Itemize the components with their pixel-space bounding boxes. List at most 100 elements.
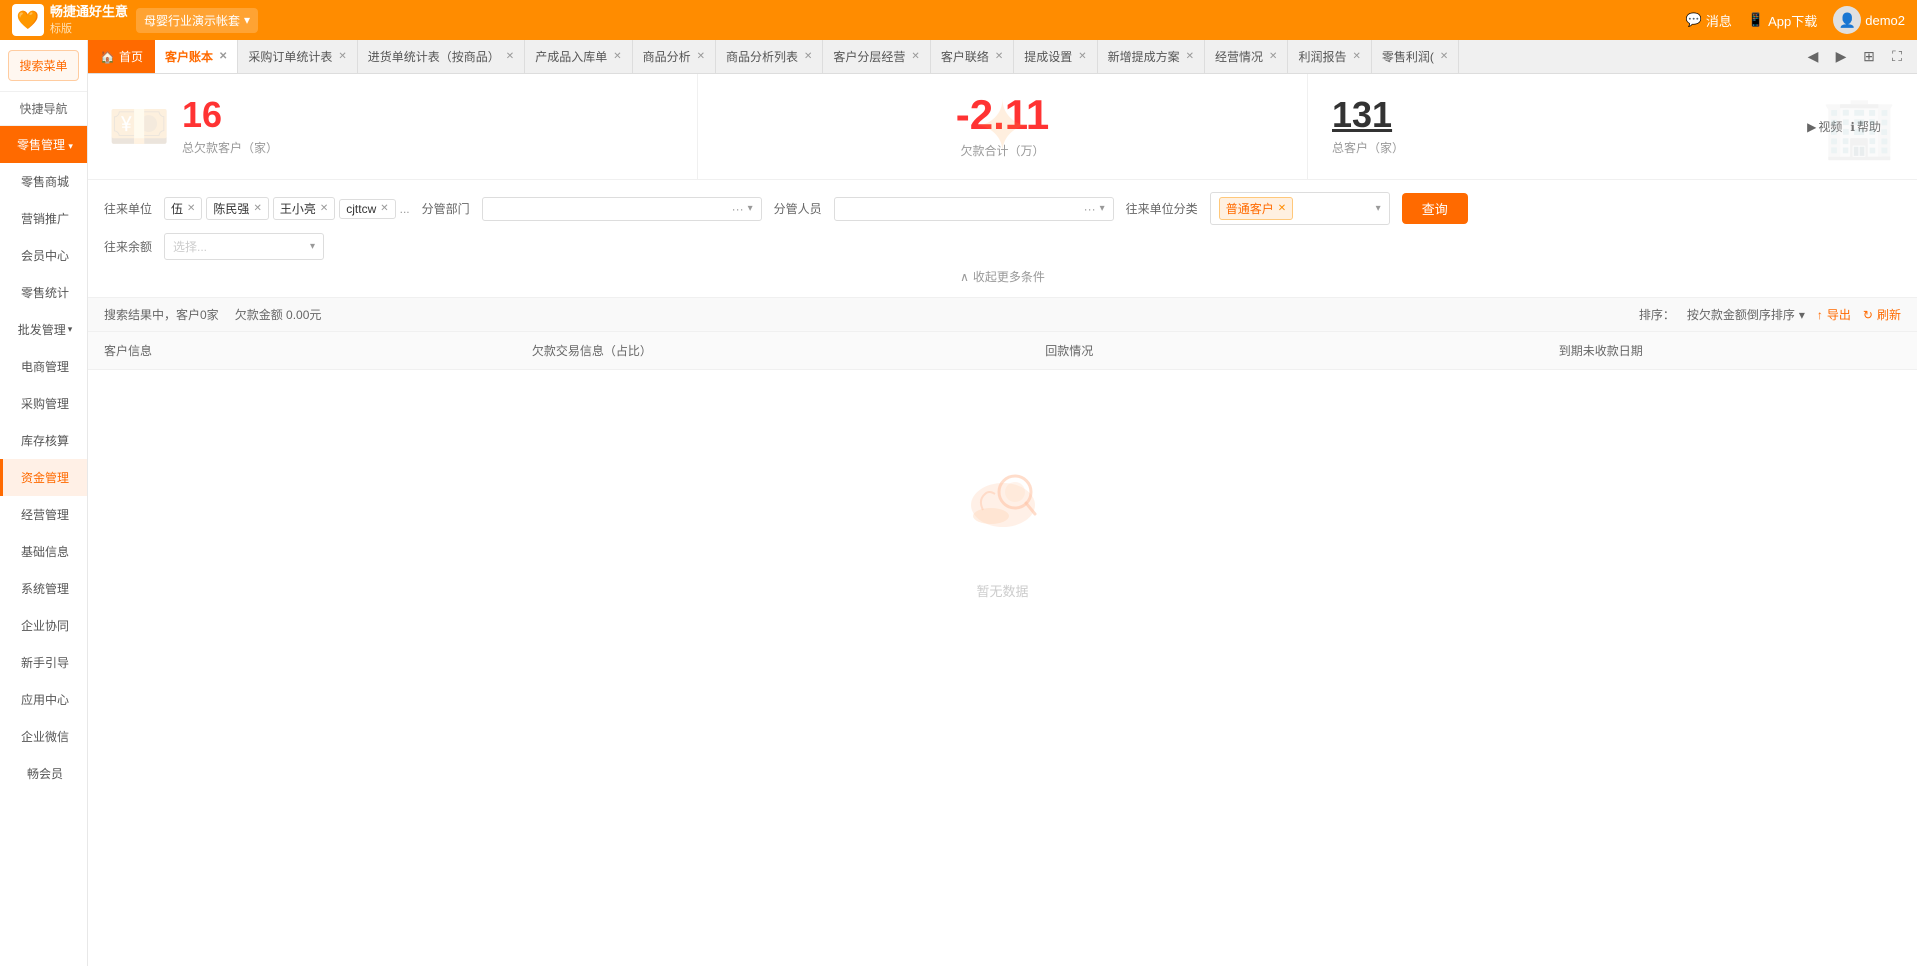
tab-close-customer-contact[interactable]: ✕ [995,51,1003,62]
tab-customer-contact[interactable]: 客户联络 ✕ [931,40,1014,74]
person-filter-select[interactable]: ··· ▾ [834,197,1114,221]
stat-text-credit-customers: 16 总欠款客户（家） [182,97,278,156]
sidebar-item-label: 零售统计 [21,286,69,300]
tab-raise-settings[interactable]: 提成设置 ✕ [1014,40,1097,74]
unit-filter-more[interactable]: ... [400,202,410,216]
tab-retail-profit[interactable]: 零售利润( ✕ [1372,40,1459,74]
tab-close-purchase-order[interactable]: ✕ [338,51,346,62]
sidebar-item-wholesale-mgmt[interactable]: 批发管理 ▾ [0,311,87,348]
category-tag-close[interactable]: ✕ [1278,203,1286,214]
sidebar-item-inventory[interactable]: 库存核算 [0,422,87,459]
sidebar-item-retail-stats[interactable]: 零售统计 [0,274,87,311]
tab-close-cost-instock[interactable]: ✕ [613,51,621,62]
tab-close-raise-settings[interactable]: ✕ [1078,51,1086,62]
sidebar-item-enterprise[interactable]: 企业协同 [0,607,87,644]
sidebar-item-finance[interactable]: 资金管理 [0,459,87,496]
tab-profit-report[interactable]: 利润报告 ✕ [1288,40,1371,74]
tab-close-retail-profit[interactable]: ✕ [1440,51,1448,62]
tab-prev-btn[interactable]: ◀ [1801,45,1825,69]
tab-fullscreen-btn[interactable]: ⛶ [1885,45,1909,69]
sidebar-item-system[interactable]: 系统管理 [0,570,87,607]
dept-filter-dots[interactable]: ··· [732,202,744,216]
sidebar-item-wechat[interactable]: 企业微信 [0,718,87,755]
sidebar-item-label: 库存核算 [21,434,69,448]
sidebar-item-label: 应用中心 [21,693,69,707]
app-download-btn[interactable]: 📱 App下载 [1748,11,1817,30]
tab-goods-analysis[interactable]: 商品分析 ✕ [633,40,716,74]
col-header-customer: 客户信息 [104,342,532,359]
refresh-label: 刷新 [1877,306,1901,323]
tab-close-goods-analysis-list[interactable]: ✕ [804,51,812,62]
unit-tag-wu-close[interactable]: ✕ [187,203,195,214]
export-btn[interactable]: ↑ 导出 [1817,306,1851,323]
category-filter-area[interactable]: 普通客户 ✕ ▾ [1210,192,1390,225]
tab-close-customer-segment[interactable]: ✕ [911,51,919,62]
person-chevron-icon: ▾ [1100,203,1105,214]
tab-label: 提成设置 [1024,48,1072,65]
user-avatar-btn[interactable]: 👤 demo2 [1833,6,1905,34]
tab-business-status[interactable]: 经营情况 ✕ [1205,40,1288,74]
sidebar-item-retail-mall[interactable]: 零售商城 [0,163,87,200]
tab-close-stock-stats[interactable]: ✕ [506,51,514,62]
building-bg-icon: 🏢 [1822,93,1897,160]
sidebar-item-label: 基础信息 [21,545,69,559]
sidebar-item-vip-member[interactable]: 畅会员 [0,755,87,792]
chevron-down-icon: ▾ [68,141,73,151]
tab-label: 商品分析 [643,48,691,65]
tab-close-goods-analysis[interactable]: ✕ [697,51,705,62]
search-menu-btn[interactable]: 搜索菜单 [8,50,79,81]
account-selector[interactable]: 母婴行业演示帐套 ▾ [136,8,258,33]
sidebar-item-app-center[interactable]: 应用中心 [0,681,87,718]
sidebar-item-purchase[interactable]: 采购管理 [0,385,87,422]
stats-row: 💴 16 总欠款客户（家） ✦ -2.11 欠款合计（万） [88,74,1917,180]
tab-customer-book[interactable]: 客户账本 ✕ [155,40,238,74]
tab-new-raise-plan[interactable]: 新增提成方案 ✕ [1098,40,1205,74]
tab-purchase-order[interactable]: 采购订单统计表 ✕ [238,40,357,74]
logo-sub-text: 标版 [50,20,128,36]
stat-number-total-customers: 131 [1332,97,1404,133]
query-button[interactable]: 查询 [1402,193,1468,224]
export-label: 导出 [1827,306,1851,323]
tab-close-customer-book[interactable]: ✕ [219,51,227,62]
quick-nav-btn[interactable]: 快捷导航 [0,92,87,126]
col-header-due-date: 到期未收款日期 [1559,342,1901,359]
tab-cost-instock[interactable]: 产成品入库单 ✕ [525,40,632,74]
sidebar-item-ecommerce[interactable]: 电商管理 [0,348,87,385]
sidebar-item-label: 资金管理 [21,471,69,485]
table-header: 客户信息 欠款交易信息（占比） 回款情况 到期未收款日期 [88,332,1917,370]
sidebar-search-area: 搜索菜单 [0,40,87,92]
unit-tag-chen-close[interactable]: ✕ [253,203,261,214]
balance-filter-select[interactable]: 选择... ▾ [164,233,324,260]
tab-expand-btn[interactable]: ⊞ [1857,45,1881,69]
balance-filter-label: 往来余额 [104,238,152,255]
sidebar-item-operations[interactable]: 经营管理 [0,496,87,533]
tab-close-new-raise-plan[interactable]: ✕ [1186,51,1194,62]
message-btn[interactable]: 💬 消息 [1686,11,1732,30]
empty-text: 暂无数据 [976,581,1028,600]
tab-goods-analysis-list[interactable]: 商品分析列表 ✕ [716,40,823,74]
refresh-btn[interactable]: ↻ 刷新 [1863,306,1901,323]
sort-select[interactable]: 按欠款金额倒序排序 ▾ [1687,306,1805,323]
tab-close-profit-report[interactable]: ✕ [1352,51,1360,62]
tab-stock-stats[interactable]: 进货单统计表（按商品） ✕ [358,40,525,74]
tab-close-business-status[interactable]: ✕ [1269,51,1277,62]
sidebar-item-newbie[interactable]: 新手引导 [0,644,87,681]
collapse-btn[interactable]: ∧ 收起更多条件 [960,268,1045,285]
tab-bar: 🏠 首页 客户账本 ✕ 采购订单统计表 ✕ 进货单统计表（按商品） ✕ 产成品入… [88,40,1917,74]
sidebar-item-member-center[interactable]: 会员中心 [0,237,87,274]
sidebar-item-marketing[interactable]: 营销推广 [0,200,87,237]
unit-tag-cjttcw-close[interactable]: ✕ [380,203,388,214]
tab-label: 商品分析列表 [726,48,798,65]
sidebar-item-basic-info[interactable]: 基础信息 [0,533,87,570]
tab-customer-segment[interactable]: 客户分层经营 ✕ [823,40,930,74]
unit-tag-wang-close[interactable]: ✕ [320,203,328,214]
debt-amount-text: 欠款金额 0.00元 [235,306,322,323]
tab-home[interactable]: 🏠 首页 [88,40,155,74]
sidebar-item-retail-mgmt[interactable]: 零售管理 ▾ [0,126,87,163]
person-filter-dots[interactable]: ··· [1084,202,1096,216]
tab-next-btn[interactable]: ▶ [1829,45,1853,69]
tab-label: 利润报告 [1298,48,1346,65]
dept-filter-select[interactable]: ··· ▾ [482,197,762,221]
sidebar-item-label: 营销推广 [21,212,69,226]
tab-bar-actions: ◀ ▶ ⊞ ⛶ [1801,45,1917,69]
